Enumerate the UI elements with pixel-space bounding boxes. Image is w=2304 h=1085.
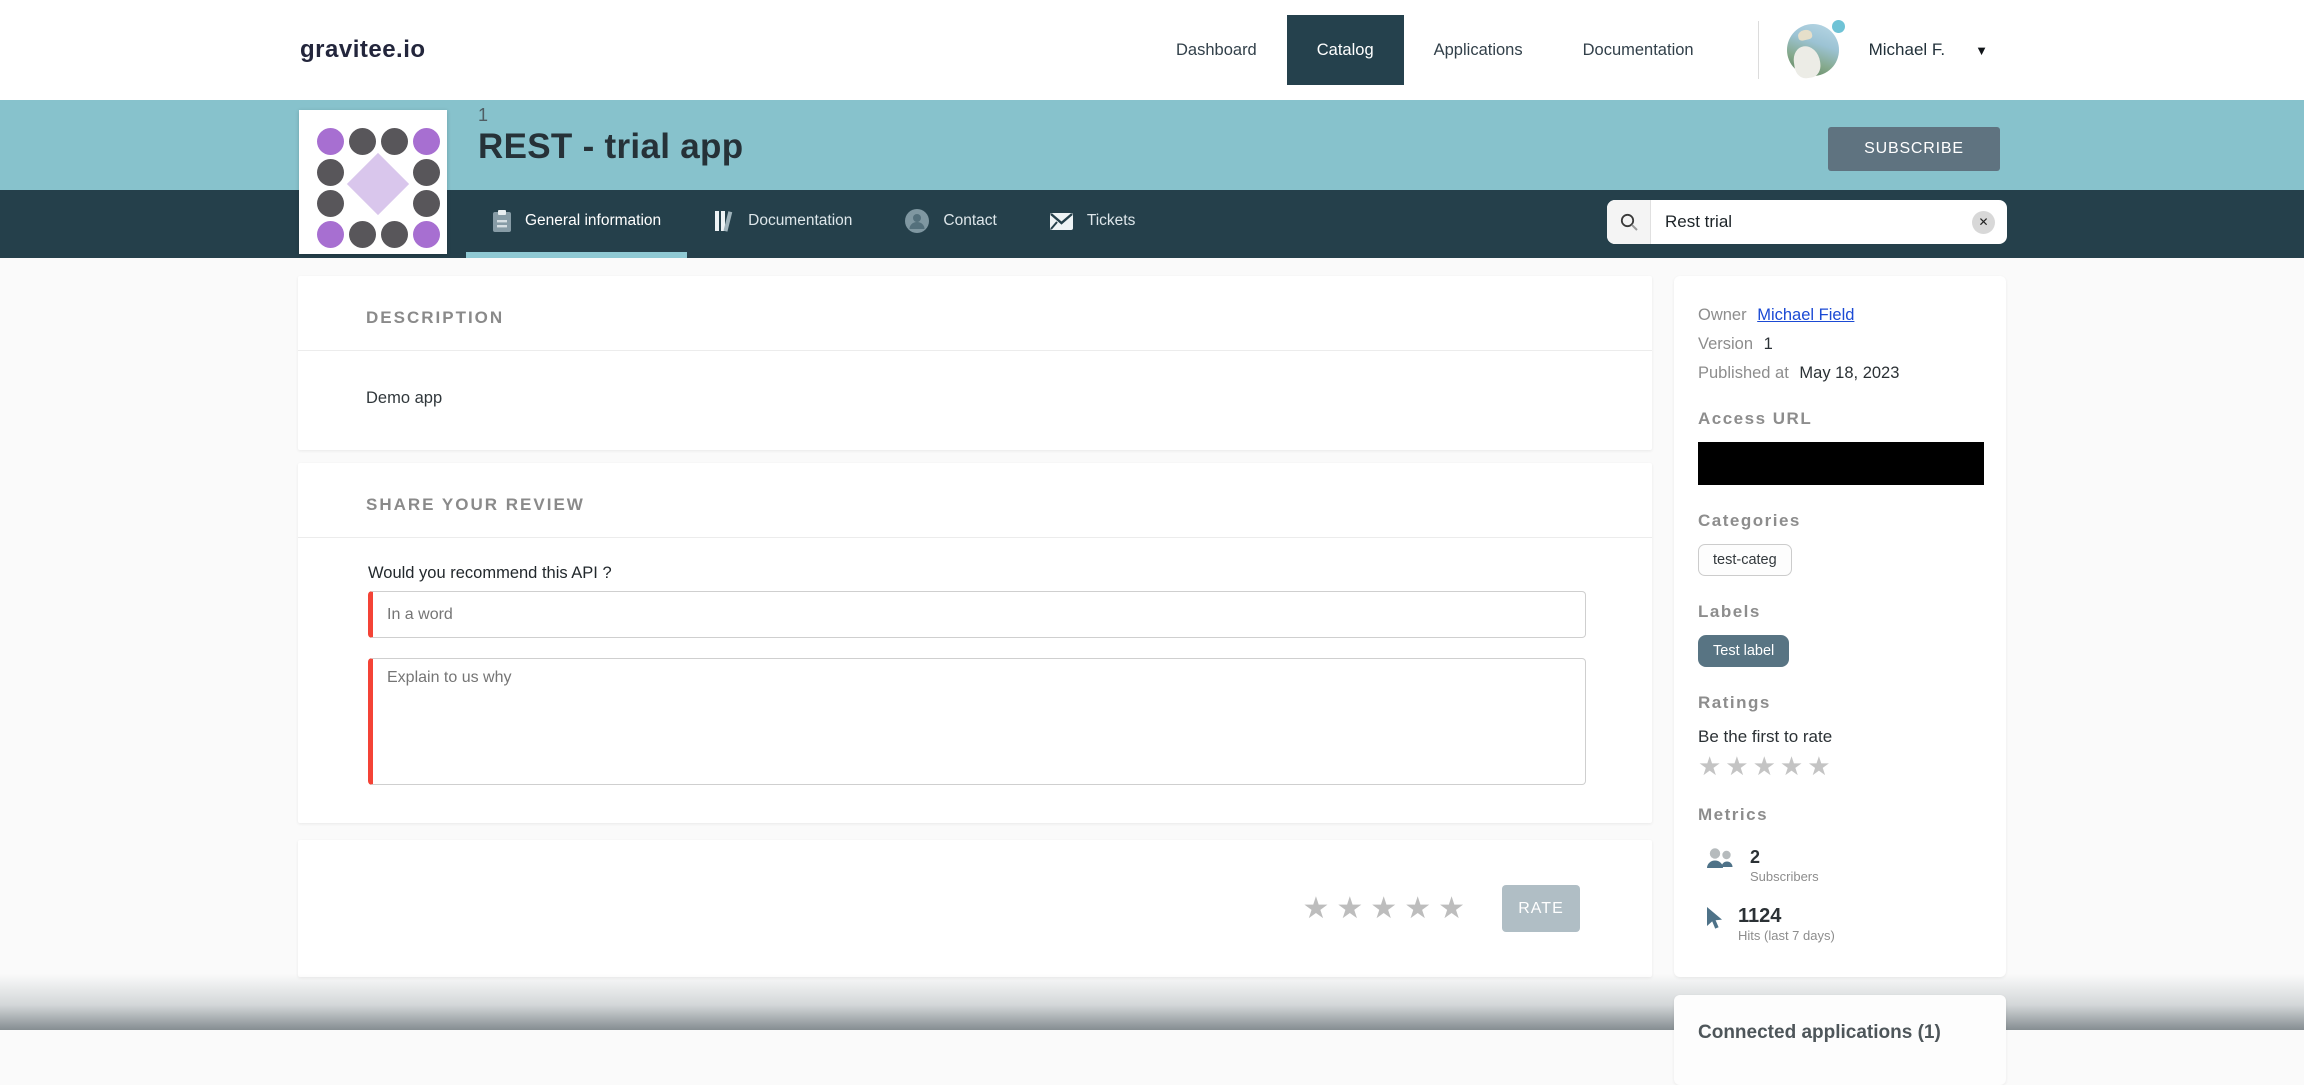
labels-heading: Labels [1698, 602, 1982, 622]
ratings-stars-display: ★★★★★ [1698, 753, 1982, 779]
category-chip[interactable]: test-categ [1698, 544, 1792, 576]
tab-contact[interactable]: Contact [878, 190, 1022, 258]
tab-label: Tickets [1087, 212, 1136, 230]
owner-link[interactable]: Michael Field [1757, 306, 1854, 324]
subscribers-metric: 2 Subscribers [1698, 847, 1982, 884]
published-row: Published at May 18, 2023 [1698, 364, 1982, 383]
ratings-empty-text: Be the first to rate [1698, 727, 1982, 747]
api-logo [299, 110, 447, 254]
nav-divider [1758, 21, 1759, 79]
tab-tickets[interactable]: Tickets [1023, 190, 1162, 258]
subscribe-button[interactable]: SUBSCRIBE [1828, 127, 2000, 171]
mail-icon [1049, 211, 1074, 232]
label-chip[interactable]: Test label [1698, 635, 1789, 667]
clear-search-icon[interactable]: ✕ [1972, 211, 1995, 234]
chevron-down-icon[interactable]: ▼ [1975, 43, 1988, 58]
nav-item-documentation[interactable]: Documentation [1553, 0, 1724, 100]
clipboard-icon [492, 209, 512, 233]
api-title-block: 1 REST - trial app [478, 104, 743, 168]
published-label: Published at [1698, 364, 1789, 382]
cursor-icon [1704, 906, 1726, 937]
books-icon [713, 209, 735, 233]
main-content: DESCRIPTION Demo app SHARE YOUR REVIEW W… [0, 258, 2304, 1030]
hits-metric: 1124 Hits (last 7 days) [1698, 906, 1982, 943]
connected-applications-card: Connected applications (1) [1674, 995, 2006, 1085]
logo-diamond [347, 153, 409, 215]
api-search-box: ✕ [1607, 200, 2007, 244]
user-menu[interactable]: Michael F. ▼ [1787, 24, 1988, 76]
owner-row: Owner Michael Field [1698, 306, 1982, 325]
rate-card: ★★★★★ RATE [298, 840, 1652, 977]
api-version-number: 1 [478, 104, 743, 126]
connected-applications-title: Connected applications (1) [1698, 1022, 1982, 1044]
user-name: Michael F. [1869, 40, 1946, 60]
nav-item-applications[interactable]: Applications [1404, 0, 1553, 100]
version-label: Version [1698, 335, 1753, 353]
review-title: SHARE YOUR REVIEW [298, 463, 1652, 538]
gravitee-logo[interactable]: gravitee.io [300, 36, 426, 64]
review-question: Would you recommend this API ? [368, 564, 1586, 583]
description-card: DESCRIPTION Demo app [298, 276, 1652, 450]
tab-documentation[interactable]: Documentation [687, 190, 878, 258]
rating-stars-input[interactable]: ★★★★★ [1303, 894, 1472, 924]
tab-label: Contact [943, 212, 996, 230]
person-icon [904, 208, 930, 234]
nav-item-catalog[interactable]: Catalog [1287, 15, 1404, 85]
access-url-heading: Access URL [1698, 409, 1982, 429]
online-status-dot [1832, 20, 1845, 33]
api-title: REST - trial app [478, 126, 743, 168]
tab-label: Documentation [748, 212, 852, 230]
ratings-heading: Ratings [1698, 693, 1982, 713]
published-value: May 18, 2023 [1799, 364, 1899, 382]
hits-value: 1124 [1738, 906, 1835, 926]
subscribers-value: 2 [1750, 847, 1819, 867]
metrics-heading: Metrics [1698, 805, 1982, 825]
tab-label: General information [525, 212, 661, 230]
version-value: 1 [1764, 335, 1773, 353]
hits-label: Hits (last 7 days) [1738, 928, 1835, 943]
rate-button[interactable]: RATE [1502, 885, 1580, 932]
owner-label: Owner [1698, 306, 1747, 324]
user-avatar[interactable] [1787, 24, 1839, 76]
nav-item-dashboard[interactable]: Dashboard [1146, 0, 1287, 100]
tab-general-information[interactable]: General information [466, 190, 687, 258]
version-row: Version 1 [1698, 335, 1982, 354]
description-text: Demo app [298, 351, 1652, 446]
subscribers-icon [1704, 847, 1738, 878]
review-word-input[interactable] [368, 591, 1586, 638]
search-icon [1607, 200, 1651, 244]
description-title: DESCRIPTION [298, 276, 1652, 351]
nav-links: Dashboard Catalog Applications Documenta… [1146, 0, 1724, 100]
review-why-textarea[interactable] [368, 658, 1586, 785]
top-navigation: gravitee.io Dashboard Catalog Applicatio… [0, 0, 2304, 100]
review-card: SHARE YOUR REVIEW Would you recommend th… [298, 463, 1652, 823]
categories-heading: Categories [1698, 511, 1982, 531]
search-input[interactable] [1651, 212, 1972, 232]
access-url-redacted [1698, 442, 1984, 485]
api-info-card: Owner Michael Field Version 1 Published … [1674, 276, 2006, 977]
subscribers-label: Subscribers [1750, 869, 1819, 884]
